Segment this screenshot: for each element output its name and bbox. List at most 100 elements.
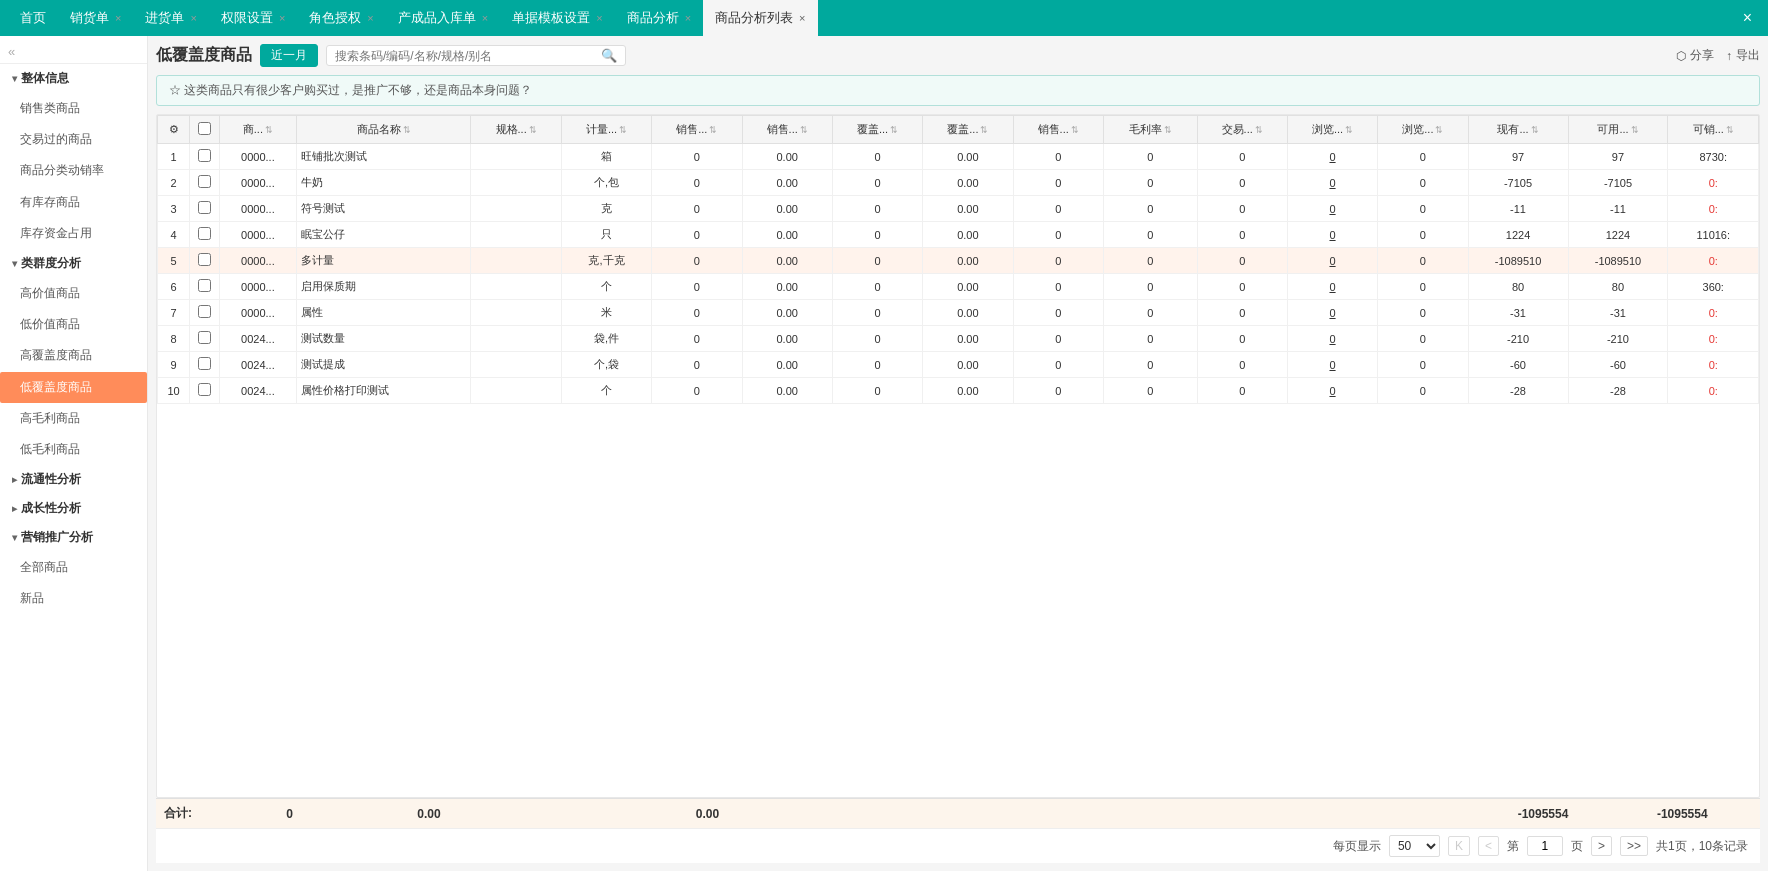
nav-product-warehouse[interactable]: 产成品入库单 × [386,0,500,36]
sidebar-collapse-btn[interactable]: « [0,36,147,64]
th-sales-qty[interactable]: 销售...⇅ [652,116,742,144]
sidebar-section-circulation[interactable]: ▸ 流通性分析 [0,465,147,494]
filter-recent-month[interactable]: 近一月 [260,44,318,67]
th-current-stock[interactable]: 现有...⇅ [1468,116,1568,144]
cell-code: 0024... [220,378,297,404]
nav-purchase-order[interactable]: 进货单 × [133,0,208,36]
row-checkbox[interactable] [198,201,211,214]
th-name[interactable]: 商品名称⇅ [296,116,471,144]
nav-sales-order[interactable]: 销货单 × [58,0,133,36]
th-code[interactable]: 商...⇅ [220,116,297,144]
sidebar-item-traded-goods[interactable]: 交易过的商品 [0,124,147,155]
first-page-btn[interactable]: K [1448,836,1470,856]
row-checkbox[interactable] [198,357,211,370]
cell-browse1[interactable]: 0 [1287,248,1377,274]
nav-close-icon[interactable]: × [482,0,488,36]
cell-code: 0000... [220,222,297,248]
nav-close-icon[interactable]: × [367,0,373,36]
nav-home[interactable]: 首页 [8,0,58,36]
cell-browse1[interactable]: 0 [1287,378,1377,404]
th-browse2[interactable]: 浏览...⇅ [1378,116,1468,144]
cell-spec [471,144,561,170]
sidebar-item-capital-occupy[interactable]: 库存资金占用 [0,218,147,249]
nav-close-icon[interactable]: × [685,0,691,36]
th-settings[interactable]: ⚙ [158,116,190,144]
sidebar-item-category-rate[interactable]: 商品分类动销率 [0,155,147,186]
sidebar-item-low-margin[interactable]: 低毛利商品 [0,434,147,465]
page-size-select[interactable]: 50 20 100 [1389,835,1440,857]
table-row: 4 0000... 眠宝公仔 只 0 0.00 0 0.00 0 0 0 0 0… [158,222,1759,248]
select-all-checkbox[interactable] [198,122,211,135]
nav-close-icon[interactable]: × [279,0,285,36]
row-checkbox[interactable] [198,383,211,396]
cell-browse1[interactable]: 0 [1287,196,1377,222]
cell-browse1[interactable]: 0 [1287,300,1377,326]
th-available[interactable]: 可用...⇅ [1568,116,1668,144]
cell-browse1[interactable]: 0 [1287,144,1377,170]
next-page-btn[interactable]: > [1591,836,1612,856]
th-transactions[interactable]: 交易...⇅ [1197,116,1287,144]
window-close-button[interactable]: × [1735,9,1760,27]
sidebar-item-in-stock[interactable]: 有库存商品 [0,187,147,218]
cell-code: 0024... [220,352,297,378]
sidebar-section-group-analysis[interactable]: ▾ 类群度分析 [0,249,147,278]
sidebar-item-high-coverage[interactable]: 高覆盖度商品 [0,340,147,371]
sidebar-section-marketing[interactable]: ▾ 营销推广分析 [0,523,147,552]
cell-coverage2: 0.00 [923,222,1013,248]
row-checkbox[interactable] [198,331,211,344]
row-checkbox[interactable] [198,305,211,318]
last-page-btn[interactable]: >> [1620,836,1648,856]
th-coverage2[interactable]: 覆盖...⇅ [923,116,1013,144]
sidebar-item-all-goods[interactable]: 全部商品 [0,552,147,583]
sidebar-item-new-goods[interactable]: 新品 [0,583,147,614]
nav-close-icon[interactable]: × [596,0,602,36]
sidebar-item-sales-goods[interactable]: 销售类商品 [0,93,147,124]
nav-product-analysis[interactable]: 商品分析 × [615,0,703,36]
th-sales-amt[interactable]: 销售...⇅ [742,116,832,144]
th-spec[interactable]: 规格...⇅ [471,116,561,144]
share-button[interactable]: ⬡ 分享 [1676,47,1714,64]
cell-browse2: 0 [1378,326,1468,352]
th-sales-days[interactable]: 销售...⇅ [1013,116,1103,144]
cell-browse1[interactable]: 0 [1287,170,1377,196]
cell-spec [471,300,561,326]
cell-browse1[interactable]: 0 [1287,222,1377,248]
nav-product-analysis-list[interactable]: 商品分析列表 × [703,0,817,36]
page-number-input[interactable] [1527,836,1563,856]
th-sellable[interactable]: 可销...⇅ [1668,116,1759,144]
nav-template-setting[interactable]: 单据模板设置 × [500,0,614,36]
cell-sales-amt: 0.00 [742,222,832,248]
sidebar-item-low-coverage[interactable]: 低覆盖度商品 [0,372,147,403]
th-coverage1[interactable]: 覆盖...⇅ [832,116,922,144]
nav-role-auth[interactable]: 角色授权 × [297,0,385,36]
prev-page-btn[interactable]: < [1478,836,1499,856]
page-title: 低覆盖度商品 [156,45,252,66]
cell-browse2: 0 [1378,196,1468,222]
cell-browse1[interactable]: 0 [1287,274,1377,300]
nav-permission-setting[interactable]: 权限设置 × [209,0,297,36]
cell-name: 牛奶 [296,170,471,196]
row-checkbox[interactable] [198,149,211,162]
cell-browse1[interactable]: 0 [1287,352,1377,378]
cell-coverage1: 0 [832,274,922,300]
nav-close-icon[interactable]: × [115,0,121,36]
search-input[interactable] [335,49,597,63]
sidebar-item-high-value[interactable]: 高价值商品 [0,278,147,309]
nav-close-icon[interactable]: × [190,0,196,36]
th-browse1[interactable]: 浏览...⇅ [1287,116,1377,144]
nav-close-icon[interactable]: × [799,0,805,36]
row-checkbox[interactable] [198,227,211,240]
th-gross-margin[interactable]: 毛利率⇅ [1103,116,1197,144]
sidebar-item-high-margin[interactable]: 高毛利商品 [0,403,147,434]
sidebar-section-growth[interactable]: ▸ 成长性分析 [0,494,147,523]
export-button[interactable]: ↑ 导出 [1726,47,1760,64]
cell-code: 0024... [220,326,297,352]
table-row: 2 0000... 牛奶 个,包 0 0.00 0 0.00 0 0 0 0 0… [158,170,1759,196]
row-checkbox[interactable] [198,279,211,292]
th-unit[interactable]: 计量...⇅ [561,116,651,144]
cell-browse1[interactable]: 0 [1287,326,1377,352]
sidebar-item-low-value[interactable]: 低价值商品 [0,309,147,340]
row-checkbox[interactable] [198,175,211,188]
row-checkbox[interactable] [198,253,211,266]
sidebar-section-overview[interactable]: ▾ 整体信息 [0,64,147,93]
